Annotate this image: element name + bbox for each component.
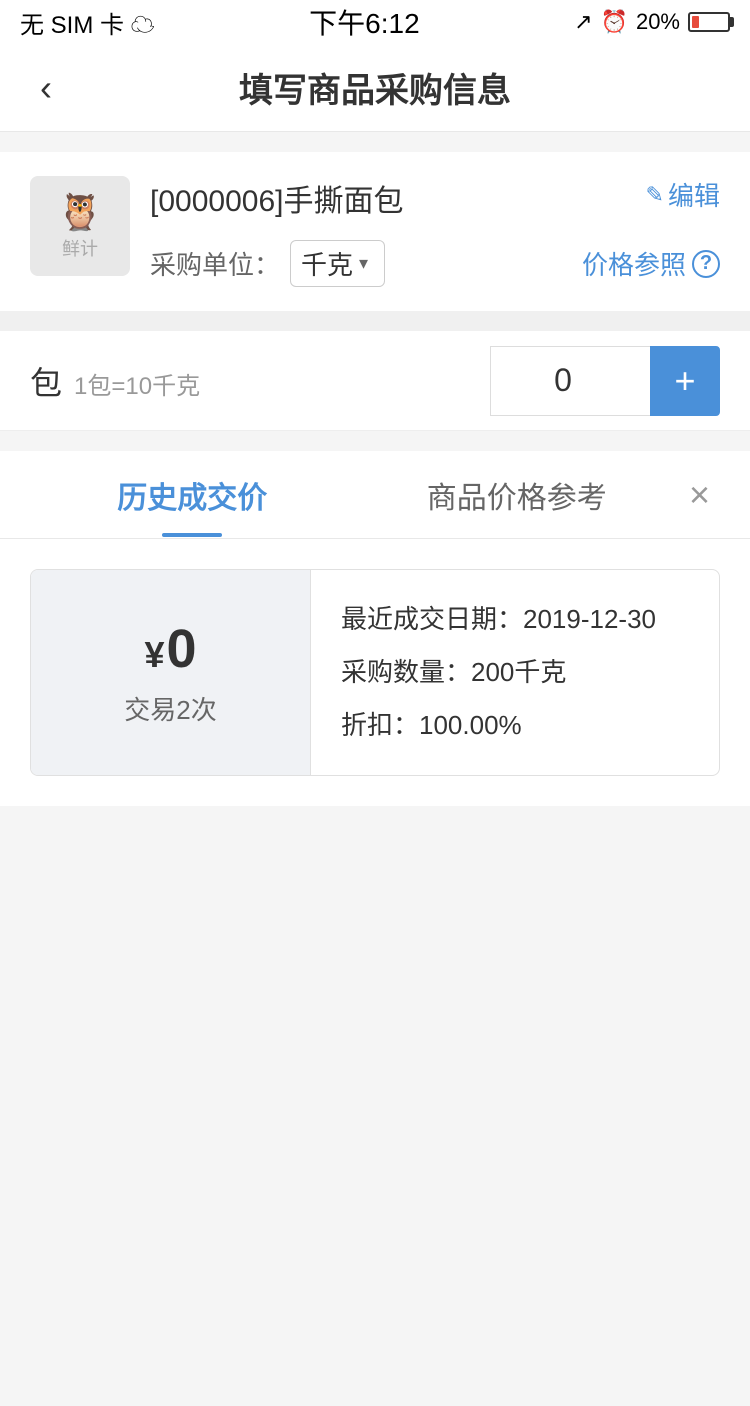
price-reference-button[interactable]: 价格参照 ? xyxy=(582,245,720,282)
battery-icon xyxy=(688,12,730,32)
unit-conversion-label: 1包=10千克 xyxy=(74,366,200,401)
tab-section: 历史成交价 商品价格参考 × ¥0 交易2次 最近成交日期：2019-12-30… xyxy=(0,451,750,806)
dropdown-arrow-icon: ▾ xyxy=(359,253,368,274)
card-left: ¥0 交易2次 xyxy=(31,570,311,775)
status-left: 无 SIM 卡 ☁ xyxy=(20,5,155,40)
card-right: 最近成交日期：2019-12-30 采购数量：200千克 折扣：100.00% xyxy=(311,570,719,775)
price-amount-display: ¥0 xyxy=(144,618,196,680)
product-section: 🦉 鲜计 [0000006]手撕面包 ✎ 编辑 采购单位： 千克 ▾ xyxy=(0,152,750,311)
quantity-input[interactable] xyxy=(490,346,650,416)
tab-bar: 历史成交价 商品价格参考 × xyxy=(0,451,750,539)
price-value: 0 xyxy=(166,619,196,679)
page-title: 填写商品采购信息 xyxy=(239,63,511,112)
location-icon: ↗ xyxy=(574,9,592,35)
unit-value: 千克 xyxy=(301,245,353,282)
product-name: [0000006]手撕面包 xyxy=(150,176,646,220)
sim-status: 无 SIM 卡 ☁ xyxy=(20,5,155,40)
brand-owl-icon: 🦉 xyxy=(58,191,103,233)
tab-product-price-ref[interactable]: 商品价格参考 xyxy=(354,453,678,537)
card-area: ¥0 交易2次 最近成交日期：2019-12-30 采购数量：200千克 折扣：… xyxy=(0,539,750,806)
unit-label-area: 包 1包=10千克 xyxy=(30,358,490,404)
purchase-qty-label: 采购数量： xyxy=(341,657,471,687)
trade-count-label: 交易2次 xyxy=(124,690,216,727)
quantity-input-area: + xyxy=(490,346,720,416)
discount-label: 折扣： xyxy=(341,710,419,740)
quantity-plus-button[interactable]: + xyxy=(650,346,720,416)
quantity-section: 包 1包=10千克 + xyxy=(0,331,750,431)
price-ref-label: 价格参照 xyxy=(582,245,686,282)
product-header: 🦉 鲜计 [0000006]手撕面包 ✎ 编辑 采购单位： 千克 ▾ xyxy=(30,176,720,287)
product-info: [0000006]手撕面包 ✎ 编辑 采购单位： 千克 ▾ 价格参照 ? xyxy=(150,176,720,287)
product-thumbnail: 🦉 鲜计 xyxy=(30,176,130,276)
price-card: ¥0 交易2次 最近成交日期：2019-12-30 采购数量：200千克 折扣：… xyxy=(30,569,720,776)
tab-close-button[interactable]: × xyxy=(679,464,720,526)
status-bar: 无 SIM 卡 ☁ 下午6:12 ↗ ⏰ 20% xyxy=(0,0,750,44)
help-icon: ? xyxy=(692,250,720,278)
battery-percent: 20% xyxy=(636,9,680,35)
tab-history-price[interactable]: 历史成交价 xyxy=(30,453,354,537)
section-divider xyxy=(0,311,750,331)
unit-select[interactable]: 千克 ▾ xyxy=(290,240,385,287)
back-button[interactable]: ‹ xyxy=(30,57,62,119)
latest-date-label: 最近成交日期： xyxy=(341,604,523,634)
brand-label: 鲜计 xyxy=(62,235,98,261)
purchase-unit-label: 采购单位： xyxy=(150,245,280,282)
latest-date-value: 2019-12-30 xyxy=(523,604,656,634)
purchase-qty-value: 200千克 xyxy=(471,657,566,687)
discount-value: 100.00% xyxy=(419,710,522,740)
purchase-row: 采购单位： 千克 ▾ 价格参照 ? xyxy=(150,240,720,287)
product-title: 手撕面包 xyxy=(283,185,403,218)
alarm-icon: ⏰ xyxy=(601,9,628,35)
page-footer xyxy=(0,806,750,1406)
edit-icon: ✎ xyxy=(646,182,664,208)
unit-big-label: 包 xyxy=(30,358,62,404)
currency-symbol: ¥ xyxy=(144,634,164,675)
discount-row: 折扣：100.00% xyxy=(341,706,689,745)
latest-date-row: 最近成交日期：2019-12-30 xyxy=(341,600,689,639)
status-right: ↗ ⏰ 20% xyxy=(574,9,730,35)
edit-label: 编辑 xyxy=(668,176,720,213)
product-top-row: [0000006]手撕面包 ✎ 编辑 xyxy=(150,176,720,220)
product-id: [0000006] xyxy=(150,185,283,218)
status-time: 下午6:12 xyxy=(309,2,420,42)
purchase-qty-row: 采购数量：200千克 xyxy=(341,653,689,692)
battery-fill xyxy=(692,16,699,28)
edit-button[interactable]: ✎ 编辑 xyxy=(646,176,720,213)
nav-bar: ‹ 填写商品采购信息 xyxy=(0,44,750,132)
